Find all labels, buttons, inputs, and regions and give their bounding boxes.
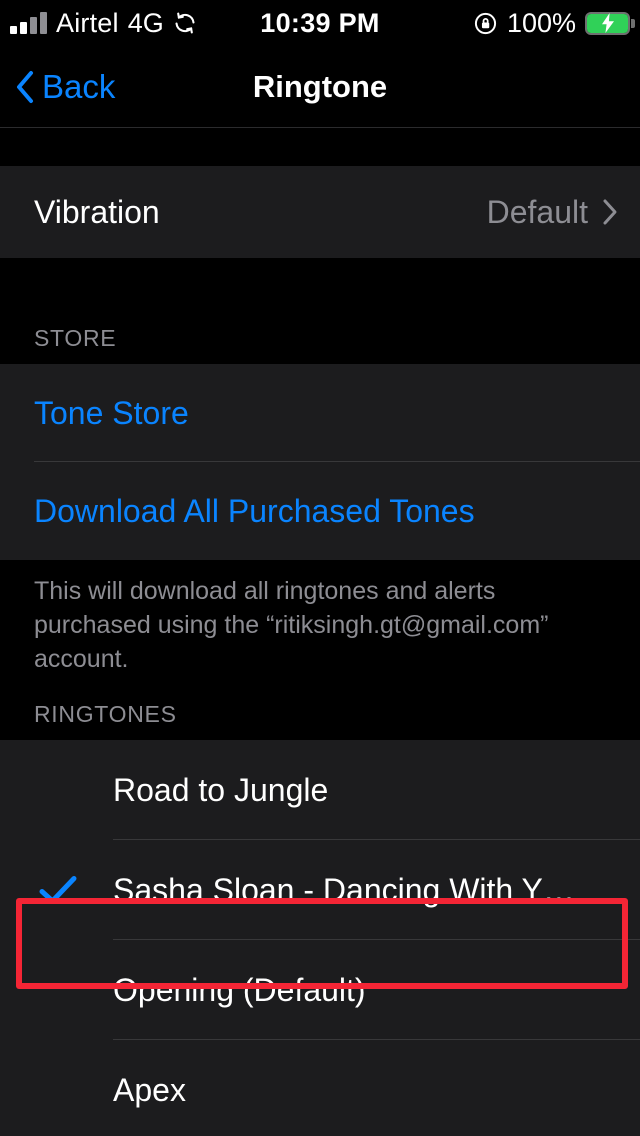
list-item-ringtone-selected[interactable]: Sasha Sloan - Dancing With Y… — [0, 840, 640, 940]
ringtone-label: Opening (Default) — [113, 971, 366, 1008]
store-footnote: This will download all ringtones and ale… — [0, 560, 640, 682]
tone-store-label: Tone Store — [34, 394, 189, 431]
vibration-group: Vibration Default — [0, 166, 640, 258]
page-title: Ringtone — [252, 68, 388, 104]
spacer-above-vibration — [0, 128, 640, 166]
charging-bolt-icon — [601, 13, 614, 33]
ringtones-section-header: RINGTONES — [0, 682, 640, 740]
row-download-all-purchased-tones[interactable]: Download All Purchased Tones — [0, 462, 640, 560]
status-bar: Airtel 4G 10:39 PM 100% — [0, 0, 640, 46]
ringtone-label: Sasha Sloan - Dancing With Y… — [113, 871, 575, 908]
vibration-value: Default — [486, 193, 588, 230]
list-item-ringtone[interactable]: Road to Jungle — [0, 740, 640, 840]
list-item-ringtone[interactable]: Opening (Default) — [0, 940, 640, 1040]
battery-charging-icon — [585, 11, 635, 35]
checkmark-icon — [39, 876, 77, 904]
store-group: Tone Store Download All Purchased Tones — [0, 364, 640, 560]
vibration-label: Vibration — [34, 193, 160, 230]
chevron-right-icon — [603, 199, 617, 225]
rotation-lock-icon — [473, 11, 498, 36]
download-all-purchased-tones-label: Download All Purchased Tones — [34, 492, 475, 529]
checkmark-slot — [0, 874, 113, 906]
list-item-ringtone[interactable]: Apex — [0, 1040, 640, 1136]
row-vibration[interactable]: Vibration Default — [0, 166, 640, 258]
status-bar-right: 100% — [473, 7, 635, 39]
store-section-header: STORE — [0, 258, 640, 364]
ringtones-header-label: RINGTONES — [34, 701, 177, 727]
ringtone-label: Apex — [113, 1071, 186, 1108]
phone-screen: Airtel 4G 10:39 PM 100% Back Ringtone Vi… — [0, 0, 640, 1136]
navigation-bar: Back Ringtone — [0, 46, 640, 128]
store-header-label: STORE — [34, 325, 117, 351]
ringtone-label: Road to Jungle — [113, 771, 329, 808]
clock-label: 10:39 PM — [260, 7, 380, 38]
battery-percent-label: 100% — [506, 7, 576, 38]
row-tone-store[interactable]: Tone Store — [0, 364, 640, 462]
ringtones-group: Road to Jungle Sasha Sloan - Dancing Wit… — [0, 740, 640, 1136]
